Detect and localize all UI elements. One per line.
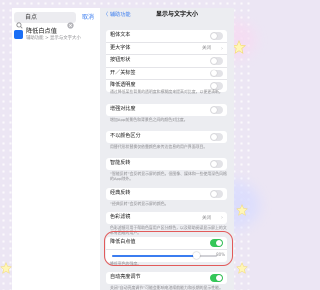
row-value: 关闭: [202, 215, 211, 221]
footnote: 降低亮色的强度。: [110, 261, 142, 266]
footnote: 通过降低某些背景的透明度和模糊度来提高对比度，以便更清晰。: [110, 89, 223, 94]
row-label: 更大字体: [110, 44, 131, 51]
row-label: 不以颜色区分: [110, 133, 141, 139]
row-color-filters[interactable]: 色彩滤镜 关闭 ›: [106, 212, 227, 224]
settings-sidebar: 自点 取消 降低白点值 辅助功能 > 显示与文字大小: [12, 8, 100, 290]
row-value: 关闭: [202, 46, 211, 51]
differentiate-color-toggle[interactable]: [210, 133, 223, 141]
row-classic-invert[interactable]: 经典反转: [106, 188, 227, 200]
row-reduce-white-point[interactable]: 降低白点值: [106, 237, 227, 250]
chevron-right-icon: ›: [221, 215, 223, 221]
footnote: 关闭“自动亮度调节”可能会影响电池续航能力和长期的显示性能。: [110, 285, 223, 290]
footnote: “经典反转”会反转显示屏的颜色。: [110, 201, 169, 206]
settings-group-color-filters: 色彩滤镜 关闭 ›: [106, 212, 227, 224]
footnote: “智能反转”会反转显示屏的颜色，但图像、媒体和一些使用深色风格的App除外。: [110, 171, 227, 181]
white-point-slider-row: 80%: [106, 250, 227, 262]
search-result-item[interactable]: 降低白点值 辅助功能 > 显示与文字大小: [14, 28, 98, 44]
footnote: 增加App前景色和背景色之间的颜色对比度。: [110, 117, 188, 122]
settings-group-smart-invert: 智能反转: [106, 158, 227, 170]
footnote: 色彩滤镜可用于帮助色盲用户区分颜色，以及帮助阅读显示屏上的文本有困难的用户。: [110, 225, 227, 235]
chevron-right-icon: ›: [221, 45, 223, 52]
row-button-shapes[interactable]: 按钮形状: [106, 55, 227, 68]
settings-group-text: 粗体文本 更大字体 关闭 › 按钮形状 开／关标签 降低透明度: [106, 30, 227, 92]
cancel-button[interactable]: 取消: [82, 13, 94, 22]
smart-invert-toggle[interactable]: [210, 160, 223, 168]
row-smart-invert[interactable]: 智能反转: [106, 158, 227, 170]
accessibility-icon: [14, 30, 23, 39]
row-increase-contrast[interactable]: 增强对比度: [106, 104, 227, 116]
star-icon: [232, 40, 246, 54]
page-title: 显示与文字大小: [155, 11, 198, 18]
search-bar: 自点 取消: [14, 12, 98, 29]
slider-value: 80%: [216, 251, 225, 257]
row-label: 降低白点值: [110, 239, 136, 245]
row-differentiate-color[interactable]: 不以颜色区分: [106, 131, 227, 143]
row-label: 按钮形状: [110, 57, 131, 63]
star-icon: [236, 262, 248, 274]
row-label: 降低透明度: [110, 82, 136, 88]
row-bold-text[interactable]: 粗体文本: [106, 30, 227, 43]
star-icon: [236, 204, 248, 216]
row-label: 色彩滤镜: [110, 214, 131, 220]
star-icon: [0, 262, 12, 274]
row-label: 智能反转: [110, 160, 131, 166]
search-result-title: 降低白点值: [26, 28, 57, 35]
row-label: 自动亮度调节: [110, 274, 141, 280]
row-on-off-labels[interactable]: 开／关标签: [106, 68, 227, 80]
reduce-white-point-toggle[interactable]: [210, 239, 223, 247]
classic-invert-toggle[interactable]: [210, 190, 223, 198]
increase-contrast-toggle[interactable]: [210, 106, 223, 114]
slider-thumb[interactable]: [192, 251, 200, 259]
settings-group-white-point: 降低白点值 80%: [106, 237, 227, 262]
search-result-path: 辅助功能 > 显示与文字大小: [26, 36, 81, 41]
slider-fill: [112, 254, 196, 257]
clear-icon[interactable]: [67, 14, 74, 29]
row-label: 开／关标签: [110, 69, 136, 76]
navigation-bar: 〈 辅助功能 显示与文字大小: [100, 8, 234, 24]
white-point-slider[interactable]: [112, 251, 217, 259]
row-auto-brightness[interactable]: 自动亮度调节: [106, 272, 227, 284]
settings-group-contrast: 增强对比度: [106, 104, 227, 116]
settings-group-auto-brightness: 自动亮度调节: [106, 272, 227, 284]
auto-brightness-toggle[interactable]: [210, 274, 223, 282]
search-input[interactable]: 自点: [14, 12, 76, 29]
bold-text-toggle[interactable]: [210, 32, 223, 40]
row-label: 增强对比度: [110, 106, 136, 112]
on-off-labels-toggle[interactable]: [210, 69, 223, 77]
display-text-size-panel: 〈 辅助功能 显示与文字大小 粗体文本 更大字体 关闭 › 按钮形状 开／关标签…: [100, 8, 234, 290]
search-icon: [16, 14, 23, 29]
row-larger-text[interactable]: 更大字体 关闭 ›: [106, 43, 227, 55]
row-label: 粗体文本: [110, 32, 131, 38]
settings-group-classic-invert: 经典反转: [106, 188, 227, 200]
footnote: 用替代形状替换仅依靠颜色来传达信息的用户界面项目。: [110, 144, 208, 149]
button-shapes-toggle[interactable]: [210, 57, 223, 65]
search-query: 自点: [25, 14, 38, 21]
settings-group-differentiate: 不以颜色区分: [106, 131, 227, 143]
row-label: 经典反转: [110, 190, 131, 196]
